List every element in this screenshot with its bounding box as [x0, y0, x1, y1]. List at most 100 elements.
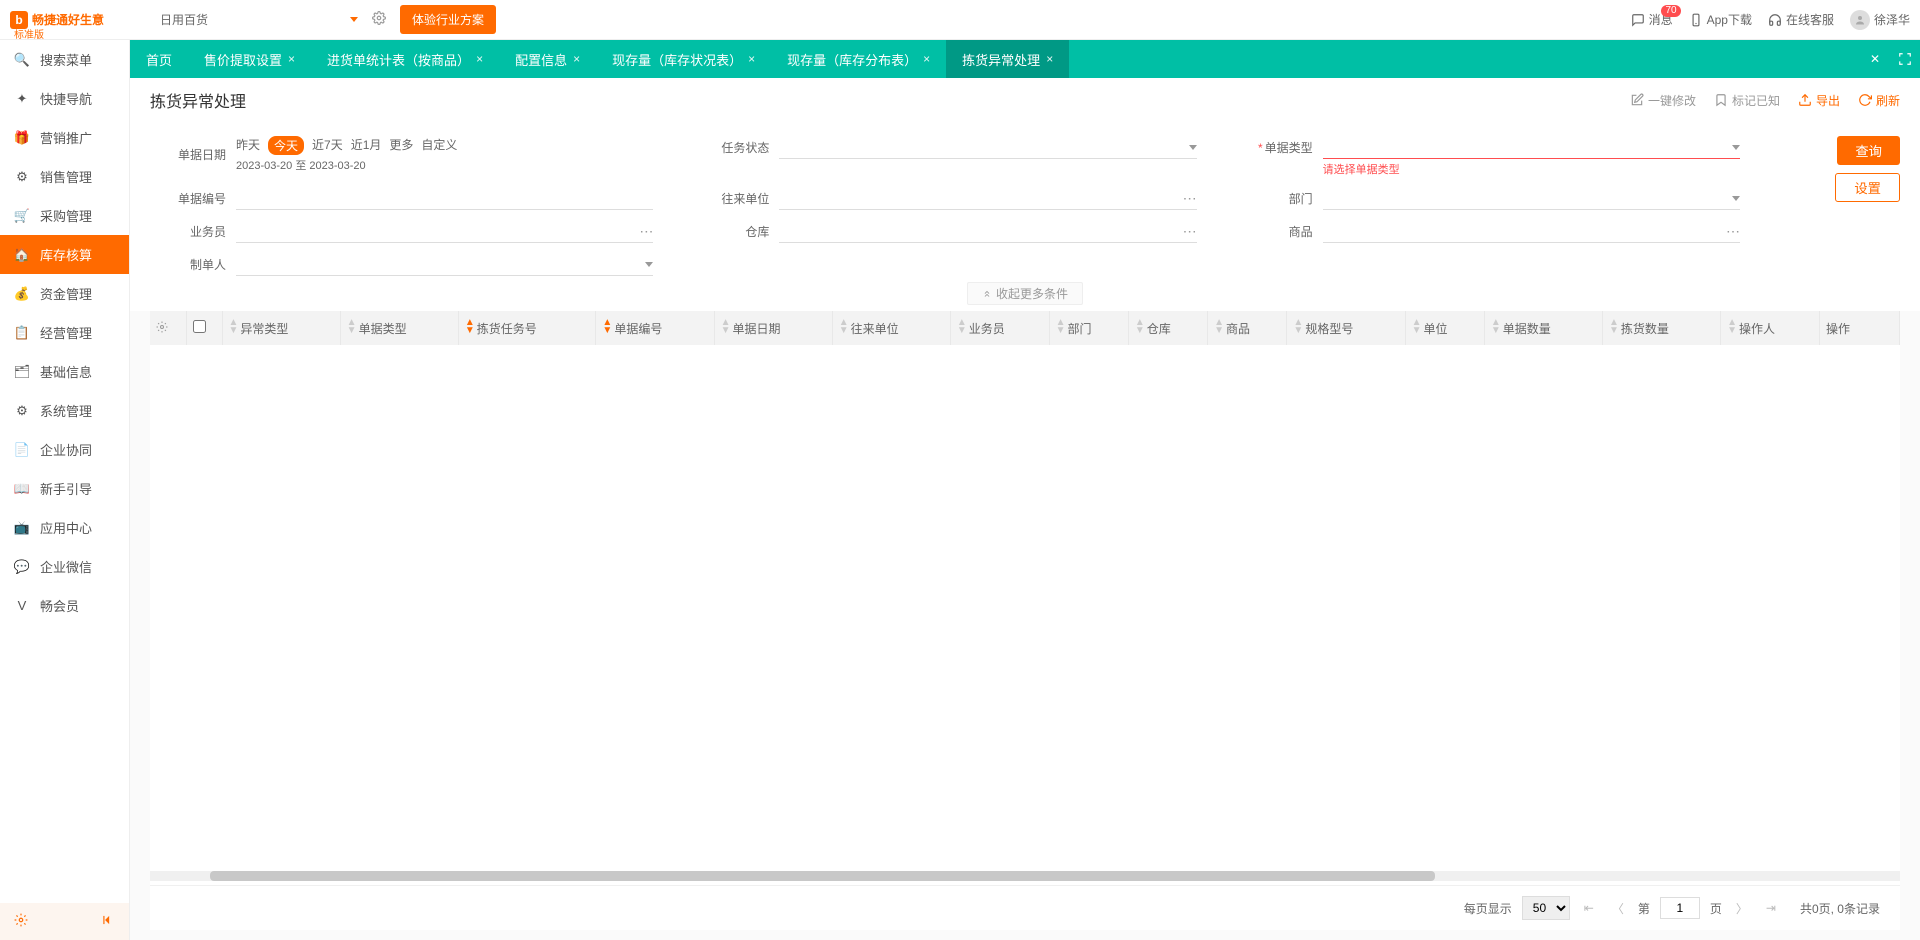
sidebar-item-0[interactable]: 🔍搜索菜单	[0, 40, 129, 79]
sidebar-item-3[interactable]: ⚙销售管理	[0, 157, 129, 196]
tab-close-icon[interactable]: ×	[748, 52, 755, 66]
sidebar-item-10[interactable]: 📄企业协同	[0, 430, 129, 469]
sidebar-settings-icon[interactable]	[14, 913, 28, 930]
tab-close-icon[interactable]: ×	[1046, 52, 1053, 66]
settings-icon[interactable]	[372, 11, 386, 28]
org-selector[interactable]: 日用百货	[160, 11, 358, 28]
department-input[interactable]	[1323, 187, 1740, 210]
sidebar-item-11[interactable]: 📖新手引导	[0, 469, 129, 508]
column-header[interactable]: ▲▼商品	[1208, 311, 1287, 345]
chevron-down-icon[interactable]	[1732, 196, 1740, 201]
sidebar-item-6[interactable]: 💰资金管理	[0, 274, 129, 313]
column-header[interactable]: ▲▼单据日期	[714, 311, 832, 345]
sidebar-item-label: 经营管理	[40, 323, 92, 342]
sidebar-item-5[interactable]: 🏠库存核算	[0, 235, 129, 274]
warehouse-input[interactable]	[779, 220, 1196, 243]
date-preset-2[interactable]: 近7天	[312, 136, 343, 155]
settings-button[interactable]: 设置	[1835, 173, 1900, 202]
column-settings-button[interactable]	[150, 311, 186, 345]
partner-input[interactable]	[779, 187, 1196, 210]
tab-close-all-button[interactable]: ✕	[1860, 40, 1890, 78]
sidebar-item-4[interactable]: 🛒采购管理	[0, 196, 129, 235]
sidebar-item-14[interactable]: V畅会员	[0, 586, 129, 625]
messages-button[interactable]: 消息 70	[1631, 11, 1673, 28]
per-page-label: 每页显示	[1464, 900, 1512, 917]
cta-button[interactable]: 体验行业方案	[400, 5, 496, 34]
tab-close-icon[interactable]: ×	[288, 52, 295, 66]
collapse-button[interactable]: 收起更多条件	[967, 282, 1083, 305]
more-icon[interactable]: ⋯	[639, 223, 653, 240]
more-icon[interactable]: ⋯	[1183, 190, 1197, 207]
column-header[interactable]: ▲▼仓库	[1128, 311, 1207, 345]
more-icon[interactable]: ⋯	[1726, 223, 1740, 240]
scrollbar-thumb[interactable]	[210, 871, 1435, 881]
horizontal-scrollbar[interactable]	[150, 871, 1900, 881]
query-button[interactable]: 查询	[1837, 136, 1900, 165]
order-type-input[interactable]	[1323, 136, 1740, 159]
date-preset-0[interactable]: 昨天	[236, 136, 260, 155]
tab-0[interactable]: 首页	[130, 40, 188, 78]
tab-close-icon[interactable]: ×	[573, 52, 580, 66]
refresh-button[interactable]: 刷新	[1858, 92, 1900, 109]
goods-input[interactable]	[1323, 220, 1740, 243]
app-download-button[interactable]: App下载	[1689, 11, 1752, 28]
date-preset-5[interactable]: 自定义	[421, 136, 457, 155]
date-preset-4[interactable]: 更多	[389, 136, 413, 155]
sidebar-item-13[interactable]: 💬企业微信	[0, 547, 129, 586]
task-status-input[interactable]	[779, 136, 1196, 159]
column-header[interactable]: ▲▼往来单位	[832, 311, 950, 345]
online-cs-button[interactable]: 在线客服	[1768, 11, 1834, 28]
first-page-button[interactable]: ⇤	[1580, 901, 1598, 915]
column-label: 业务员	[969, 322, 1005, 336]
chevron-down-icon[interactable]	[645, 262, 653, 267]
tab-fullscreen-button[interactable]	[1890, 40, 1920, 78]
sidebar-collapse-icon[interactable]	[101, 913, 115, 930]
column-header[interactable]: ▲▼单位	[1405, 311, 1484, 345]
date-preset-3[interactable]: 近1月	[351, 136, 382, 155]
column-header[interactable]: ▲▼拣货任务号	[458, 311, 596, 345]
column-header[interactable]: ▲▼规格型号	[1287, 311, 1405, 345]
sidebar-item-label: 企业协同	[40, 440, 92, 459]
maker-input[interactable]	[236, 253, 653, 276]
prev-page-button[interactable]: 〈	[1608, 900, 1628, 917]
tab-2[interactable]: 进货单统计表（按商品）×	[311, 40, 499, 78]
sidebar-item-12[interactable]: 📺应用中心	[0, 508, 129, 547]
column-header[interactable]: ▲▼单据编号	[596, 311, 714, 345]
tab-4[interactable]: 现存量（库存状况表）×	[596, 40, 771, 78]
column-header[interactable]: ▲▼拣货数量	[1602, 311, 1720, 345]
column-header[interactable]: ▲▼部门	[1049, 311, 1128, 345]
select-all-checkbox[interactable]	[186, 311, 222, 345]
tab-close-icon[interactable]: ×	[923, 52, 930, 66]
sidebar-item-1[interactable]: ✦快捷导航	[0, 79, 129, 118]
sidebar-item-8[interactable]: 🗂基础信息	[0, 352, 129, 391]
sidebar-item-7[interactable]: 📋经营管理	[0, 313, 129, 352]
salesman-input[interactable]	[236, 220, 653, 243]
column-header[interactable]: ▲▼单据数量	[1484, 311, 1602, 345]
column-header[interactable]: ▲▼异常类型	[222, 311, 340, 345]
chevron-down-icon[interactable]	[1732, 145, 1740, 150]
more-icon[interactable]: ⋯	[1183, 223, 1197, 240]
batch-edit-button[interactable]: 一键修改	[1630, 92, 1696, 109]
export-button[interactable]: 导出	[1798, 92, 1840, 109]
tab-close-icon[interactable]: ×	[476, 52, 483, 66]
column-header[interactable]: ▲▼业务员	[950, 311, 1049, 345]
user-menu[interactable]: 徐泽华	[1850, 10, 1910, 30]
tab-5[interactable]: 现存量（库存分布表）×	[771, 40, 946, 78]
select-all-input[interactable]	[193, 320, 206, 333]
page-number-input[interactable]	[1660, 897, 1700, 919]
date-preset-1[interactable]: 今天	[268, 136, 304, 155]
mark-known-button[interactable]: 标记已知	[1714, 92, 1780, 109]
date-presets: 昨天今天近7天近1月更多自定义	[236, 136, 653, 155]
next-page-button[interactable]: 〉	[1732, 900, 1752, 917]
last-page-button[interactable]: ⇥	[1762, 901, 1780, 915]
order-no-input[interactable]	[236, 187, 653, 210]
tab-3[interactable]: 配置信息×	[499, 40, 596, 78]
chevron-down-icon[interactable]	[1189, 145, 1197, 150]
sidebar-item-9[interactable]: ⚙系统管理	[0, 391, 129, 430]
column-header[interactable]: ▲▼操作人	[1721, 311, 1820, 345]
tab-6[interactable]: 拣货异常处理×	[946, 40, 1069, 78]
column-header[interactable]: ▲▼单据类型	[340, 311, 458, 345]
per-page-select[interactable]: 50	[1522, 896, 1570, 920]
sidebar-item-2[interactable]: 🎁营销推广	[0, 118, 129, 157]
tab-1[interactable]: 售价提取设置×	[188, 40, 311, 78]
